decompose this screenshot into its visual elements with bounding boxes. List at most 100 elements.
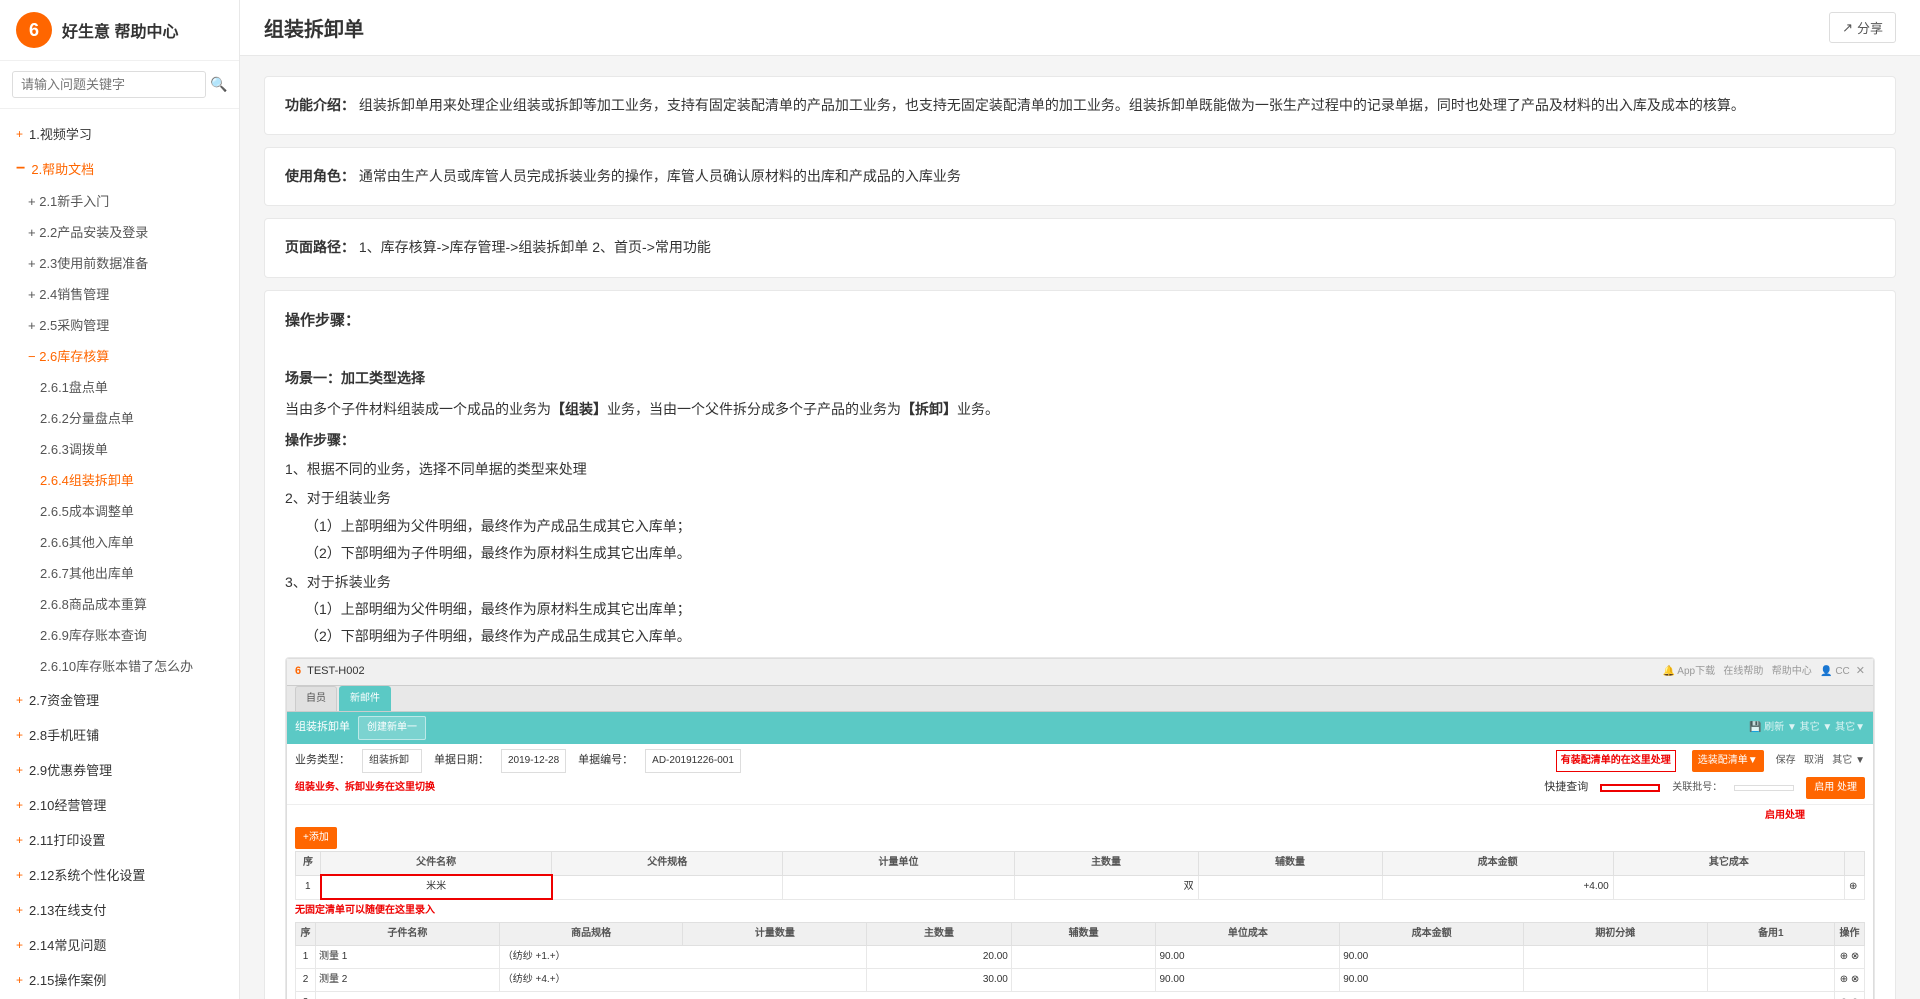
sidebar-item-2-6-8[interactable]: 2.6.8商品成本重算 [0,588,239,619]
child-spec-2[interactable]: （纺纱 +4.+） [499,969,866,992]
sidebar-item-2-6-3[interactable]: 2.6.3调拨单 [0,433,239,464]
sidebar-item-2-14[interactable]: + 2.14常见问题 [0,928,239,961]
sidebar-item-2-6-7[interactable]: 2.6.7其他出库单 [0,557,239,588]
table-add-btn[interactable]: +添加 [295,827,337,849]
create-new-btn[interactable]: 创建新单一 [358,716,426,740]
sidebar-item-2-6[interactable]: − 2.6库存核算 [0,340,239,371]
search-input[interactable] [12,71,206,98]
parent-aux-qty[interactable] [1198,875,1382,899]
sidebar-item-video[interactable]: + 1.视频学习 [0,117,239,150]
path-label: 页面路径： [285,239,355,255]
th-child-name: 子件名称 [316,923,500,946]
form-date-value[interactable]: 2019-12-28 [501,749,566,773]
main-header: 组装拆卸单 ↗ 分享 [240,0,1920,56]
child-spare1[interactable] [1707,946,1834,969]
sidebar-item-2-11[interactable]: + 2.11打印设置 [0,823,239,856]
child-unit-cost2[interactable]: 90.00 [1156,969,1340,992]
parent-op[interactable]: ⊕ [1845,875,1865,899]
th-init-alloc: 期初分摊 [1523,923,1707,946]
share-button[interactable]: ↗ 分享 [1829,12,1896,43]
scene1-step2-2: （2）下部明细为子件明细，最终作为原材料生成其它出库单。 [305,541,1875,566]
sidebar-item-help[interactable]: − 2.帮助文档 [0,152,239,185]
child-qty1[interactable]: 20.00 [867,946,1012,969]
form-batch-input[interactable] [1734,785,1794,791]
expand-icon-2-9: + [16,763,23,777]
parent-name-input[interactable]: 米米 [321,875,552,899]
toolbar-label: 组装拆卸单 [295,718,350,738]
child-name-2[interactable]: 测量 2 [316,969,500,992]
sidebar-item-2-6-1[interactable]: 2.6.1盘点单 [0,371,239,402]
th-unit-cost: 单位成本 [1156,923,1340,946]
form-search-label: 快捷查询 [1544,778,1588,798]
th-aux-qty: 辅数量 [1198,852,1382,876]
th-op1 [1845,852,1865,876]
expand-icon-2-8: + [16,728,23,742]
scene1-step2: 2、对于组装业务 [285,486,1875,511]
expand-icon-2-12: + [16,868,23,882]
path-card: 页面路径： 1、库存核算->库存管理->组装拆卸单 2、首页->常用功能 [264,218,1896,277]
sidebar-item-2-12[interactable]: + 2.12系统个性化设置 [0,858,239,891]
sidebar-item-2-6-9[interactable]: 2.6.9库存账本查询 [0,619,239,650]
app-close-icon[interactable]: ✕ [1856,662,1865,682]
sidebar-item-2-15[interactable]: + 2.15操作案例 [0,963,239,996]
sidebar-item-2-6-5[interactable]: 2.6.5成本调整单 [0,495,239,526]
child-op1[interactable]: ⊕ ⊗ [1835,946,1865,969]
parent-cost[interactable]: +4.00 [1382,875,1613,899]
th-cost-amount: 成本金额 [1382,852,1613,876]
nav-sub-help: + 2.1新手入门 + 2.2产品安装及登录 + 2.3使用前数据准备 + 2.… [0,185,239,681]
sidebar-nav: + 1.视频学习 − 2.帮助文档 + 2.1新手入门 + 2.2产品安装及登录 [0,109,239,999]
nav-section-2-15: + 2.15操作案例 [0,963,239,996]
row3-op[interactable]: ⊕ ⊗ [1835,992,1865,999]
sidebar-item-2-6-6[interactable]: 2.6.6其他入库单 [0,526,239,557]
child-qty2[interactable]: 30.00 [867,969,1012,992]
th-cost-amt2: 成本金额 [1340,923,1524,946]
child-cost2[interactable]: 90.00 [1340,969,1524,992]
child-spec-1[interactable]: （纺纱 +1.+） [499,946,866,969]
sidebar-item-2-6-2[interactable]: 2.6.2分量盘点单 [0,402,239,433]
table-row: 1 [296,946,316,969]
sidebar-item-2-10[interactable]: + 2.10经营管理 [0,788,239,821]
sidebar-item-2-5[interactable]: + 2.5采购管理 [0,309,239,340]
search-button[interactable]: 🔍 [206,76,231,93]
tab-newmail[interactable]: 新邮件 [339,686,391,711]
child-alloc2[interactable] [1523,969,1707,992]
sidebar-item-2-13[interactable]: + 2.13在线支付 [0,893,239,926]
table-row: 3 [296,992,316,999]
sidebar-item-2-3[interactable]: + 2.3使用前数据准备 [0,247,239,278]
expand-icon-video: + [16,127,23,141]
sidebar-item-2-6-4[interactable]: 2.6.4组装拆卸单 [0,464,239,495]
parent-main-qty[interactable]: 双 [1014,875,1198,899]
app-icons: 🔔 App下载 在线帮助 帮助中心 👤 CC [1663,663,1850,681]
form-no-value[interactable]: AD-20191226-001 [645,749,741,773]
form-search-input[interactable] [1600,784,1660,792]
annotation-switch: 组装业务、拆卸业务在这里切换 [295,779,435,797]
sidebar-item-2-6-10[interactable]: 2.6.10库存账本错了怎么办 [0,650,239,681]
sidebar-item-2-2[interactable]: + 2.2产品安装及登录 [0,216,239,247]
child-alloc1[interactable] [1523,946,1707,969]
expand-icon-2-7: + [16,693,23,707]
child-aux1[interactable] [1011,946,1156,969]
sidebar-item-2-8[interactable]: + 2.8手机旺铺 [0,718,239,751]
child-unit-cost1[interactable]: 90.00 [1156,946,1340,969]
screenshot-container: 6 TEST-H002 🔔 App下载 在线帮助 帮助中心 👤 CC ✕ 自员 … [285,657,1875,999]
child-name-1[interactable]: 测量 1 [316,946,500,969]
child-spare2[interactable] [1707,969,1834,992]
sidebar-item-2-7[interactable]: + 2.7资金管理 [0,683,239,716]
parent-other-cost[interactable] [1613,875,1844,899]
sidebar-item-2-4[interactable]: + 2.4销售管理 [0,278,239,309]
logo-icon: 6 [16,12,52,48]
child-op2[interactable]: ⊕ ⊗ [1835,969,1865,992]
process-btn[interactable]: 启用 处理 [1806,777,1865,799]
plus-icon-2-1: + [28,194,39,209]
sidebar-item-2-1[interactable]: + 2.1新手入门 [0,185,239,216]
assembly-list-btn[interactable]: 选装配清单▼ [1692,750,1764,772]
sidebar-item-2-9[interactable]: + 2.9优惠券管理 [0,753,239,786]
tab-home[interactable]: 自员 [295,686,337,711]
collapse-icon-help: − [16,160,25,178]
parent-spec[interactable] [552,875,783,899]
parent-unit[interactable] [783,875,1014,899]
form-type-value[interactable]: 组装拆卸 [362,749,422,773]
child-aux2[interactable] [1011,969,1156,992]
role-content: 通常由生产人员或库管人员完成拆装业务的操作，库管人员确认原材料的出库和产成品的入… [359,168,961,184]
child-cost1[interactable]: 90.00 [1340,946,1524,969]
